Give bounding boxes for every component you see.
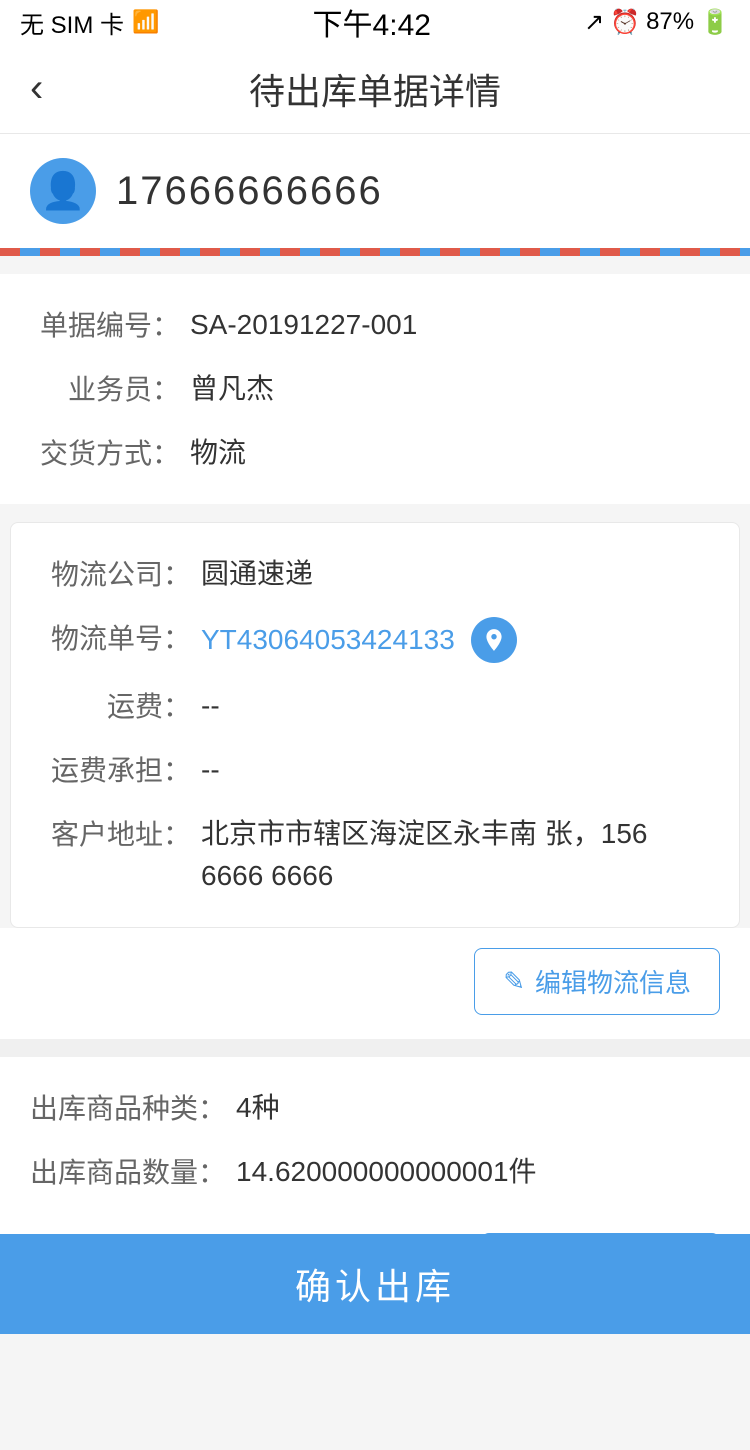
logistics-company-label: 物流公司： — [41, 553, 201, 593]
product-types-value: 4种 — [236, 1087, 720, 1129]
battery-text: 87% — [646, 8, 694, 36]
user-icon: 👤 — [41, 170, 86, 212]
customer-header: 👤 17666666666 — [0, 134, 750, 248]
agent-row: 业务员： 曾凡杰 — [30, 368, 720, 410]
delivery-row: 交货方式： 物流 — [30, 432, 720, 474]
confirm-bar[interactable]: 确认出库 — [0, 1234, 750, 1334]
avatar: 👤 — [30, 158, 96, 224]
freight-row: 运费： -- — [41, 685, 709, 727]
alarm-icon: ⏰ — [610, 8, 640, 37]
order-number-label: 单据编号： — [30, 304, 190, 344]
freight-value: -- — [201, 685, 709, 727]
status-bar: 无 SIM 卡 📶 下午4:42 ↗ ⏰ 87% 🔋 — [0, 0, 750, 44]
order-info-section: 单据编号： SA-20191227-001 业务员： 曾凡杰 交货方式： 物流 — [0, 274, 750, 504]
stats-section: 出库商品种类： 4种 出库商品数量： 14.620000000000001件 — [0, 1057, 750, 1223]
agent-label: 业务员： — [30, 368, 190, 408]
nav-bar: ‹ 待出库单据详情 — [0, 44, 750, 134]
delivery-label: 交货方式： — [30, 432, 190, 472]
status-left: 无 SIM 卡 📶 — [20, 5, 159, 40]
back-button[interactable]: ‹ — [30, 66, 43, 111]
order-number-value: SA-20191227-001 — [190, 304, 720, 346]
logistics-section: 物流公司： 圆通速递 物流单号： YT43064053424133 运费： --… — [10, 522, 740, 928]
page-title: 待出库单据详情 — [249, 63, 501, 115]
gray-divider — [0, 1039, 750, 1057]
dashed-divider — [0, 248, 750, 256]
logistics-company-row: 物流公司： 圆通速递 — [41, 553, 709, 595]
logistics-company-value: 圆通速递 — [201, 553, 709, 595]
edit-logistics-button[interactable]: ✎ 编辑物流信息 — [474, 948, 720, 1015]
status-time: 下午4:42 — [313, 0, 431, 44]
battery-icon: 🔋 — [700, 8, 730, 37]
freight-bear-row: 运费承担： -- — [41, 749, 709, 791]
confirm-text: 确认出库 — [295, 1258, 455, 1310]
edit-logistics-label: 编辑物流信息 — [535, 963, 691, 1000]
product-types-label: 出库商品种类： — [30, 1087, 236, 1127]
location-pin-icon[interactable] — [471, 617, 517, 663]
freight-label: 运费： — [41, 685, 201, 725]
carrier-text: 无 SIM 卡 — [20, 5, 124, 40]
address-row: 客户地址： 北京市市辖区海淀区永丰南 张，156 6666 6666 — [41, 813, 709, 897]
agent-value: 曾凡杰 — [190, 368, 720, 410]
location-icon: ↗ — [584, 8, 604, 37]
address-value: 北京市市辖区海淀区永丰南 张，156 6666 6666 — [201, 813, 709, 897]
tracking-value: YT43064053424133 — [201, 619, 455, 661]
edit-logistics-container: ✎ 编辑物流信息 — [0, 928, 750, 1039]
status-right: ↗ ⏰ 87% 🔋 — [584, 8, 730, 37]
wifi-icon: 📶 — [132, 9, 159, 35]
bottom-spacer — [0, 1330, 750, 1450]
customer-phone: 17666666666 — [116, 169, 383, 214]
edit-icon: ✎ — [503, 966, 525, 997]
tracking-value-row: YT43064053424133 — [201, 617, 517, 663]
address-label: 客户地址： — [41, 813, 201, 853]
tracking-number-row: 物流单号： YT43064053424133 — [41, 617, 709, 663]
tracking-label: 物流单号： — [41, 617, 201, 657]
freight-bear-label: 运费承担： — [41, 749, 201, 789]
delivery-value: 物流 — [190, 432, 720, 474]
order-number-row: 单据编号： SA-20191227-001 — [30, 304, 720, 346]
product-types-row: 出库商品种类： 4种 — [30, 1087, 720, 1129]
product-quantity-label: 出库商品数量： — [30, 1151, 236, 1191]
freight-bear-value: -- — [201, 749, 709, 791]
product-quantity-row: 出库商品数量： 14.620000000000001件 — [30, 1151, 720, 1193]
product-quantity-value: 14.620000000000001件 — [236, 1151, 720, 1193]
